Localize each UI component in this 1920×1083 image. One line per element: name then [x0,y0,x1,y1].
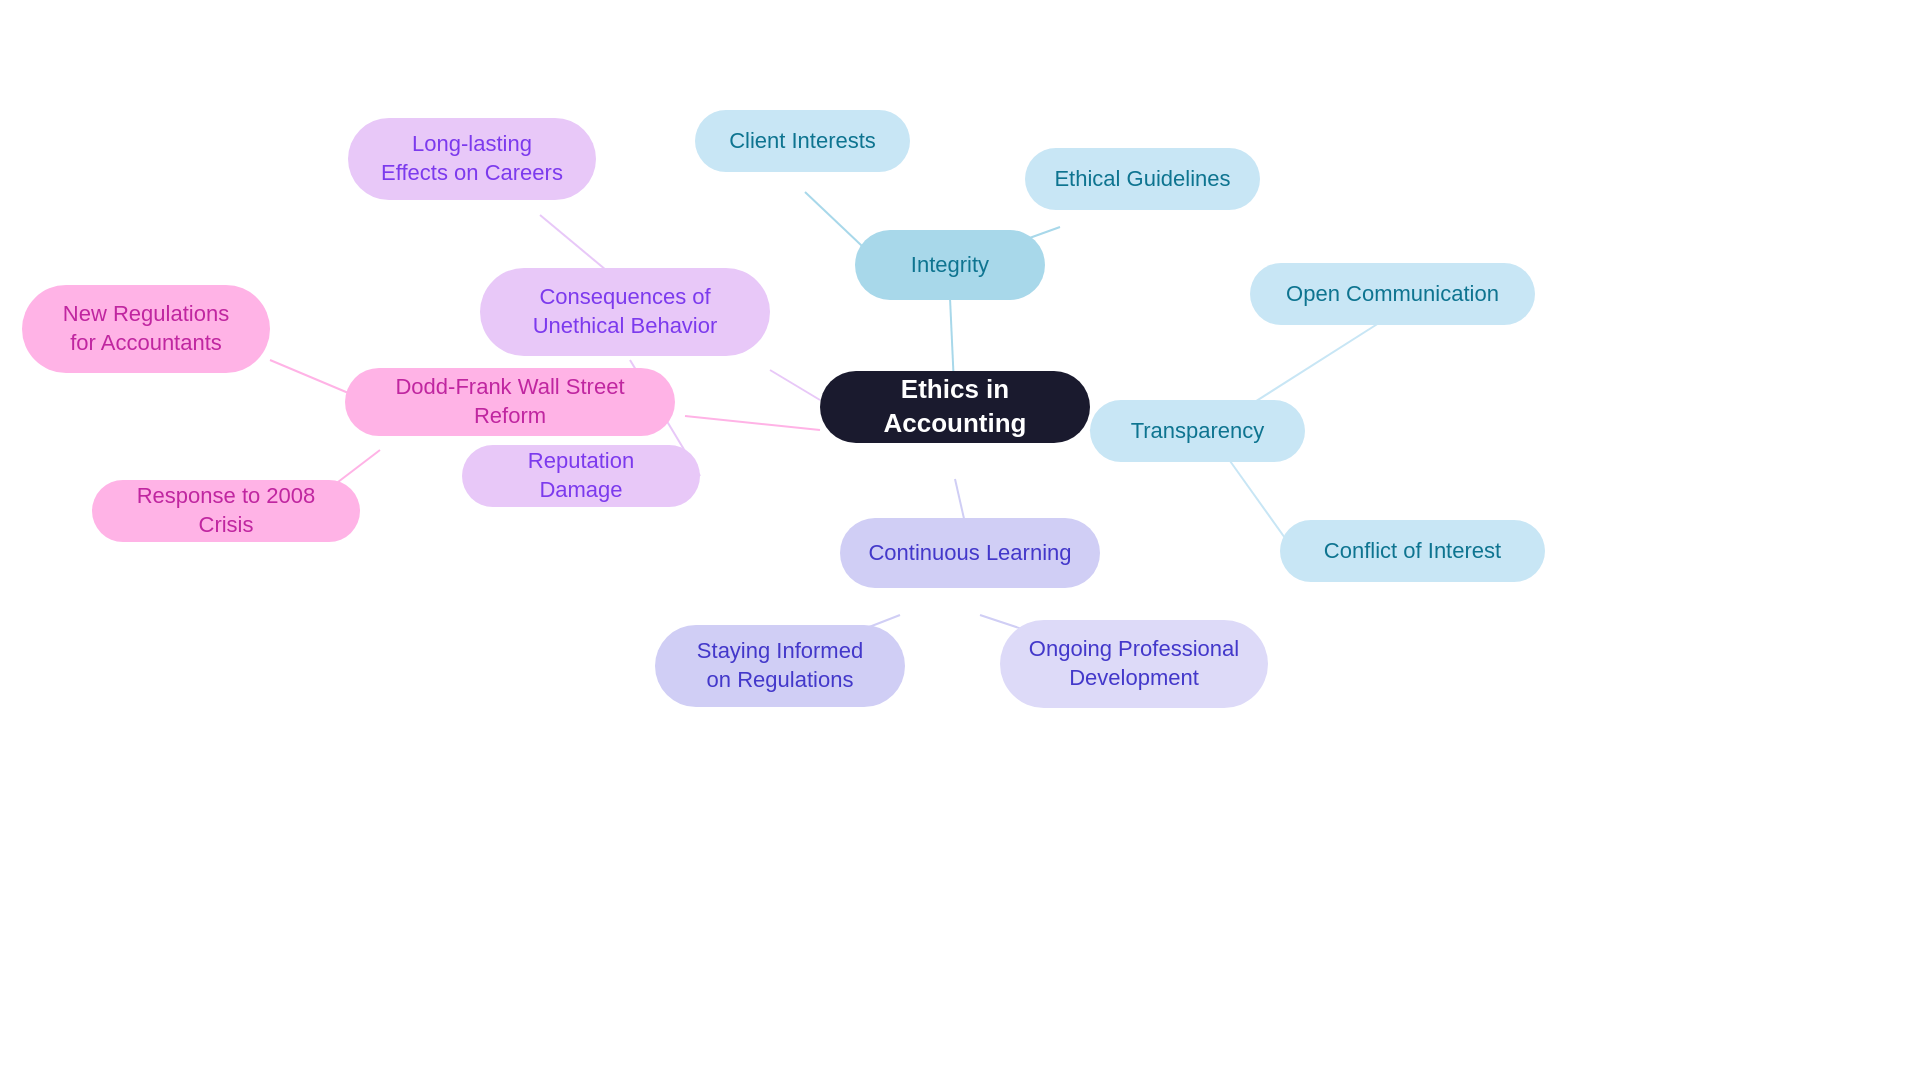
new-regulations-node: New Regulations for Accountants [22,285,270,373]
center-node: Ethics in Accounting [820,371,1090,443]
dodd-frank-node: Dodd-Frank Wall Street Reform [345,368,675,436]
svg-line-9 [685,416,820,430]
conflict-of-interest-node: Conflict of Interest [1280,520,1545,582]
long-lasting-node: Long-lasting Effects on Careers [348,118,596,200]
svg-line-5 [1230,461,1290,545]
response-crisis-node: Response to 2008 Crisis [92,480,360,542]
consequences-node: Consequences of Unethical Behavior [480,268,770,356]
ethical-guidelines-node: Ethical Guidelines [1025,148,1260,210]
integrity-node: Integrity [855,230,1045,300]
continuous-learning-node: Continuous Learning [840,518,1100,588]
reputation-damage-node: Reputation Damage [462,445,700,507]
open-communication-node: Open Communication [1250,263,1535,325]
client-interests-node: Client Interests [695,110,910,172]
transparency-node: Transparency [1090,400,1305,462]
staying-informed-node: Staying Informed on Regulations [655,625,905,707]
ongoing-dev-node: Ongoing Professional Development [1000,620,1268,708]
svg-line-12 [770,370,820,400]
